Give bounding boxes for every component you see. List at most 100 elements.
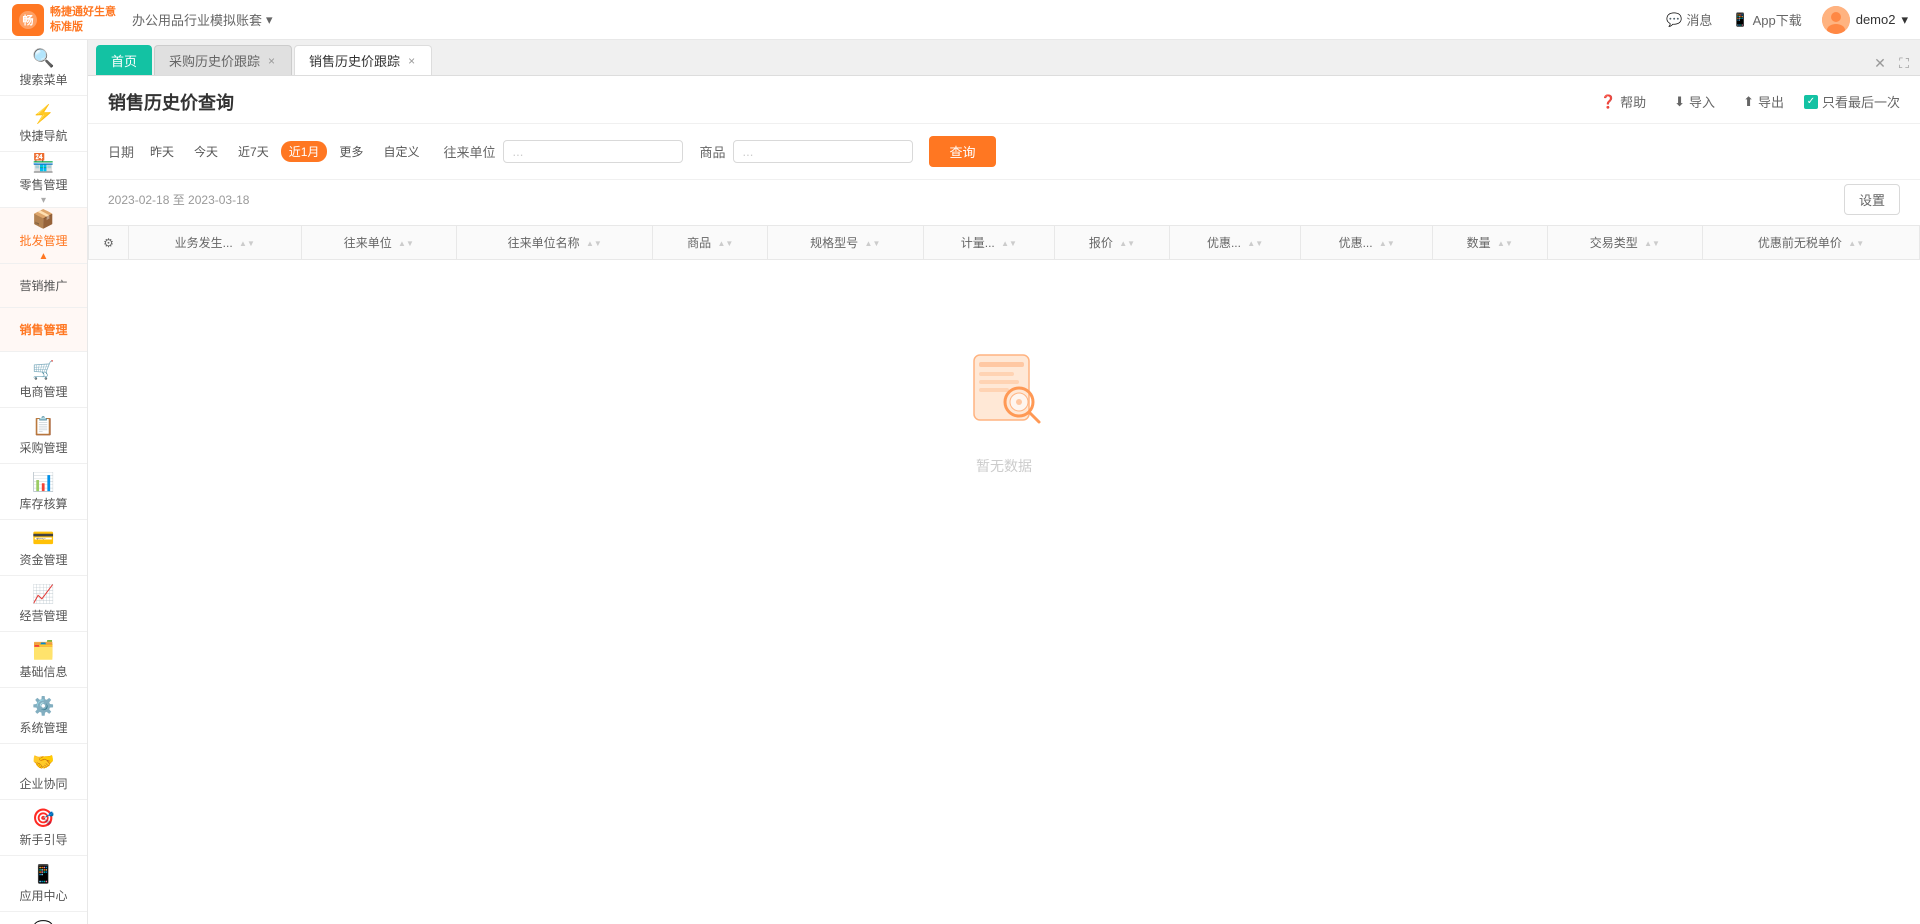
svg-text:畅: 畅: [23, 13, 34, 27]
app-download-icon: 📱: [1732, 12, 1748, 28]
sort-biz-date-icon: ▲▼: [239, 239, 255, 248]
enterprise-icon: 🤝: [32, 752, 54, 773]
date-option-more[interactable]: 更多: [331, 141, 371, 162]
partner-input[interactable]: ...: [503, 140, 683, 163]
sidebar-label-enterprise: 企业协同: [19, 775, 67, 792]
sidebar-item-sales-mgmt[interactable]: 销售管理: [0, 308, 87, 352]
date-option-last1m[interactable]: 近1月: [281, 141, 328, 162]
date-label: 日期: [108, 142, 134, 161]
sidebar-label-ecom: 电商管理: [19, 383, 67, 400]
newbie-icon: 🎯: [32, 808, 54, 829]
import-button[interactable]: ⬇ 导入: [1666, 88, 1723, 115]
sidebar-item-ecom[interactable]: 🛒 电商管理: [0, 352, 87, 408]
col-no-tax-price[interactable]: 优惠前无税单价 ▲▼: [1703, 226, 1920, 260]
sidebar-item-retail[interactable]: 🏪 零售管理 ▾: [0, 152, 87, 208]
sidebar-item-system[interactable]: ⚙️ 系统管理: [0, 688, 87, 744]
user-chevron-icon: ▾: [1901, 12, 1908, 28]
empty-state: 暂无数据: [89, 260, 1920, 556]
col-price[interactable]: 报价 ▲▼: [1055, 226, 1170, 260]
last-only-toggle[interactable]: ✓ 只看最后一次: [1804, 92, 1900, 111]
sidebar-item-search-menu[interactable]: 🔍 搜索菜单: [0, 40, 87, 96]
user-area[interactable]: demo2 ▾: [1822, 6, 1908, 34]
sort-quantity-icon: ▲▼: [1497, 239, 1513, 248]
col-quantity[interactable]: 数量 ▲▼: [1432, 226, 1547, 260]
date-option-yesterday[interactable]: 昨天: [142, 141, 182, 162]
last-only-checkbox[interactable]: ✓: [1804, 95, 1818, 109]
sort-disc1-icon: ▲▼: [1247, 239, 1263, 248]
sidebar-item-newbie[interactable]: 🎯 新手引导: [0, 800, 87, 856]
partner-placeholder: ...: [512, 144, 523, 159]
tab-sales-label: 销售历史价跟踪: [309, 51, 400, 70]
sidebar-label-sales-mgmt: 销售管理: [19, 321, 67, 338]
col-unit[interactable]: 计量... ▲▼: [923, 226, 1055, 260]
message-action[interactable]: 💬 消息: [1666, 10, 1712, 29]
tab-purchase-history[interactable]: 采购历史价跟踪 ×: [154, 45, 292, 75]
col-disc1[interactable]: 优惠... ▲▼: [1169, 226, 1301, 260]
app-center-icon: 📱: [32, 864, 54, 885]
sidebar-label-inventory: 库存核算: [19, 495, 67, 512]
sort-trade-type-icon: ▲▼: [1644, 239, 1660, 248]
sidebar-item-enterprise[interactable]: 🤝 企业协同: [0, 744, 87, 800]
purchase-icon: 📋: [32, 416, 54, 437]
wechat-icon: 💬: [32, 920, 54, 924]
sidebar-item-inventory[interactable]: 📊 库存核算: [0, 464, 87, 520]
col-partner-code[interactable]: 往来单位 ▲▼: [301, 226, 457, 260]
wholesale-arrow-icon: ▲: [39, 251, 49, 262]
export-button[interactable]: ⬆ 导出: [1735, 88, 1792, 115]
logo-icon: 畅: [12, 4, 44, 36]
app-download-action[interactable]: 📱 App下载: [1732, 10, 1801, 29]
tab-sales-close-icon[interactable]: ×: [406, 54, 417, 68]
col-product[interactable]: 商品 ▲▼: [653, 226, 768, 260]
sidebar-item-app-center[interactable]: 📱 应用中心: [0, 856, 87, 912]
sidebar-item-purchase[interactable]: 📋 采购管理: [0, 408, 87, 464]
col-spec[interactable]: 规格型号 ▲▼: [768, 226, 924, 260]
settings-button[interactable]: 设置: [1844, 184, 1900, 215]
sidebar-label-finance: 资金管理: [19, 551, 67, 568]
company-selector[interactable]: 办公用品行业模拟账套 ▾: [124, 6, 281, 33]
basic-info-icon: 🗂️: [32, 640, 54, 661]
col-disc2[interactable]: 优惠... ▲▼: [1301, 226, 1433, 260]
sidebar-label-basic-info: 基础信息: [19, 663, 67, 680]
empty-row: 暂无数据: [89, 260, 1920, 557]
main-layout: 🔍 搜索菜单 ⚡ 快捷导航 🏪 零售管理 ▾ 📦 批发管理 ▲ 营销推广 销售管…: [0, 40, 1920, 924]
sidebar-item-finance[interactable]: 💳 资金管理: [0, 520, 87, 576]
col-trade-type[interactable]: 交易类型 ▲▼: [1547, 226, 1703, 260]
tab-home[interactable]: 首页: [96, 45, 152, 75]
top-header: 畅 畅捷通好生意 标准版 办公用品行业模拟账套 ▾ 💬 消息 📱 App下载: [0, 0, 1920, 40]
table-area: ⚙ 业务发生... ▲▼ 往来单位 ▲▼: [88, 225, 1920, 924]
date-range-display: 2023-02-18 至 2023-03-18: [108, 191, 249, 208]
gear-icon[interactable]: ⚙: [103, 236, 114, 250]
sidebar-item-basic-info[interactable]: 🗂️ 基础信息: [0, 632, 87, 688]
date-option-today[interactable]: 今天: [186, 141, 226, 162]
sidebar-submenu: 营销推广 销售管理: [0, 264, 87, 352]
sidebar-item-wholesale[interactable]: 📦 批发管理 ▲: [0, 208, 87, 264]
tab-sales-history[interactable]: 销售历史价跟踪 ×: [294, 45, 432, 75]
close-window-button[interactable]: ✕: [1872, 55, 1888, 71]
help-button[interactable]: ❓ 帮助: [1592, 88, 1654, 115]
col-partner-name[interactable]: 往来单位名称 ▲▼: [457, 226, 653, 260]
date-option-last7[interactable]: 近7天: [230, 141, 277, 162]
sidebar-item-wechat[interactable]: 💬 企业微信: [0, 912, 87, 924]
wholesale-icon: 📦: [32, 209, 54, 230]
sidebar-label-system: 系统管理: [19, 719, 67, 736]
maximize-window-button[interactable]: ⛶: [1896, 55, 1912, 71]
col-biz-date[interactable]: 业务发生... ▲▼: [129, 226, 302, 260]
tab-bar: 首页 采购历史价跟踪 × 销售历史价跟踪 × ✕ ⛶: [88, 40, 1920, 76]
chevron-down-icon: ▾: [266, 12, 273, 28]
col-gear[interactable]: ⚙: [89, 226, 129, 260]
query-button[interactable]: 查询: [929, 136, 995, 167]
sidebar-item-operations[interactable]: 📈 经营管理: [0, 576, 87, 632]
sort-no-tax-price-icon: ▲▼: [1848, 239, 1864, 248]
sidebar-item-quick-nav[interactable]: ⚡ 快捷导航: [0, 96, 87, 152]
date-option-custom[interactable]: 自定义: [375, 141, 427, 162]
sidebar-label-marketing: 营销推广: [19, 277, 67, 294]
retail-arrow-icon: ▾: [41, 195, 46, 206]
avatar: [1822, 6, 1850, 34]
data-table: ⚙ 业务发生... ▲▼ 往来单位 ▲▼: [88, 225, 1920, 556]
sidebar-item-marketing[interactable]: 营销推广: [0, 264, 87, 308]
product-input[interactable]: ...: [733, 140, 913, 163]
tab-purchase-close-icon[interactable]: ×: [266, 54, 277, 68]
partner-filter-group: 往来单位 ...: [443, 140, 683, 163]
sidebar-label-search-menu: 搜索菜单: [19, 71, 67, 88]
sort-partner-icon: ▲▼: [398, 239, 414, 248]
